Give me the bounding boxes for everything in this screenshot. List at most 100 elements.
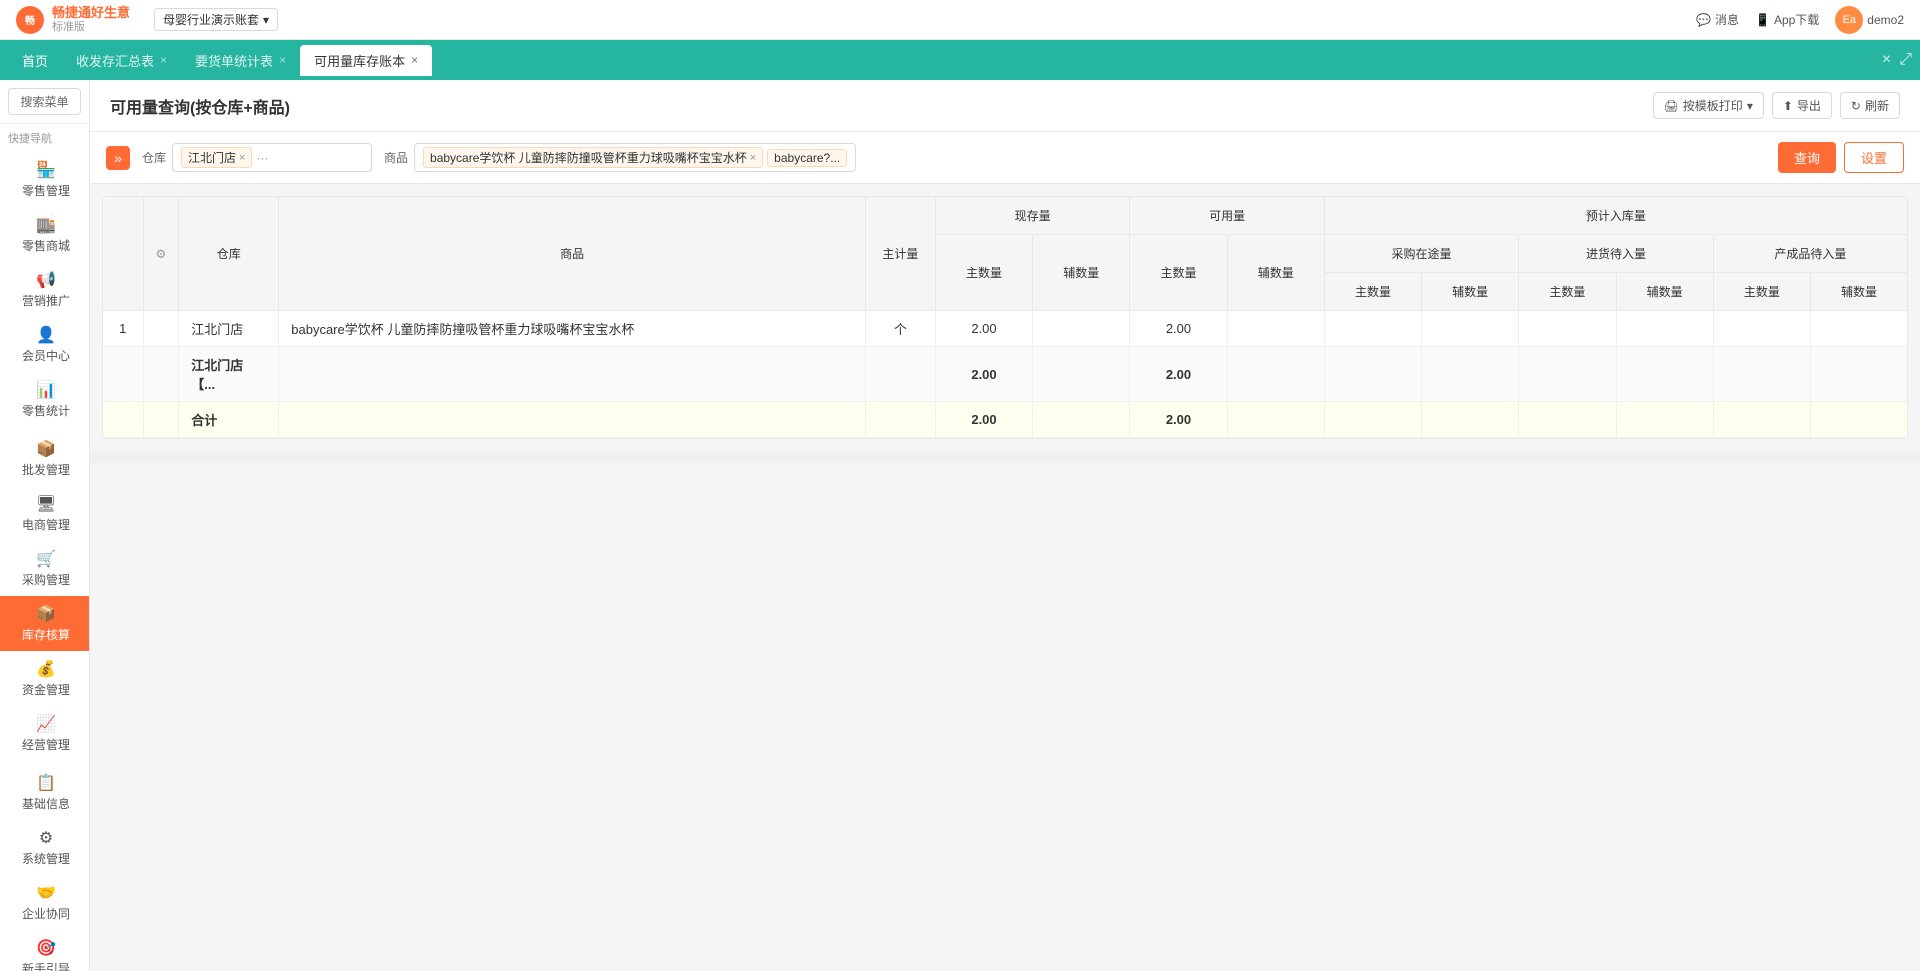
cell-inbound-main bbox=[1519, 311, 1616, 347]
refresh-button[interactable]: ↻ 刷新 bbox=[1840, 92, 1900, 119]
th-row-num bbox=[103, 197, 143, 311]
tab-bar: 首页 收发存汇总表 × 要货单统计表 × 可用量库存账本 × × ⤢ bbox=[0, 40, 1920, 80]
total-avail-main: 2.00 bbox=[1130, 402, 1227, 438]
cell-purchase-main bbox=[1324, 311, 1421, 347]
cell-purchase-aux bbox=[1422, 311, 1519, 347]
product-label: 商品 bbox=[384, 149, 408, 166]
print-template-button[interactable]: 🖨 按模板打印 ▾ bbox=[1653, 92, 1764, 119]
tab-home[interactable]: 首页 bbox=[8, 45, 62, 76]
column-settings-icon[interactable]: ⚙ bbox=[156, 247, 167, 261]
cell-warehouse: 江北门店 bbox=[179, 311, 279, 347]
top-bar-left: 畅 畅捷通好生意 标准版 母婴行业演示账套 ▾ bbox=[16, 5, 278, 34]
ecommerce-mgmt-icon: 🖥 bbox=[36, 494, 56, 514]
brand-name: 畅捷通好生意 bbox=[52, 5, 130, 21]
table-row: 1 江北门店 babycare学饮杯 儿童防摔防撞吸管杯重力球吸嘴杯宝宝水杯 个… bbox=[103, 311, 1907, 347]
sys-mgmt-icon: ⚙ bbox=[39, 828, 53, 848]
tab-close-all-btn[interactable]: × bbox=[1882, 51, 1891, 69]
subtotal-stock-main: 2.00 bbox=[935, 347, 1032, 402]
tab-requisition-stats-close[interactable]: × bbox=[279, 54, 286, 66]
message-action[interactable]: 💬 消息 bbox=[1696, 11, 1739, 28]
product-input[interactable]: babycare学饮杯 儿童防摔防撞吸管杯重力球吸嘴杯宝宝水杯 × babyca… bbox=[414, 143, 856, 172]
export-icon: ⬆ bbox=[1783, 99, 1793, 113]
sidebar-item-marketing[interactable]: 📢 营销推广 bbox=[0, 262, 89, 317]
finance-mgmt-icon: 💰 bbox=[36, 659, 56, 679]
th-stock-main: 主数量 bbox=[935, 235, 1032, 311]
inventory-check-icon: 📦 bbox=[36, 604, 56, 624]
brand-sub: 标准版 bbox=[52, 21, 130, 34]
warehouse-tag-close[interactable]: × bbox=[239, 152, 245, 164]
warehouse-input[interactable]: 江北门店 × ··· bbox=[172, 143, 372, 172]
sidebar-item-ops-mgmt[interactable]: 📈 经营管理 bbox=[0, 706, 89, 761]
tab-available-inventory[interactable]: 可用量库存账本 × bbox=[300, 45, 432, 76]
cell-stock-main: 2.00 bbox=[935, 311, 1032, 347]
tab-requisition-stats[interactable]: 要货单统计表 × bbox=[181, 45, 300, 76]
cell-settings bbox=[143, 311, 179, 347]
query-button[interactable]: 查询 bbox=[1778, 142, 1836, 173]
th-warehouse: 仓库 bbox=[179, 197, 279, 311]
th-stock-aux: 辅数量 bbox=[1033, 235, 1130, 311]
logo-icon: 畅 bbox=[16, 6, 44, 34]
th-purchase-main: 主数量 bbox=[1324, 273, 1421, 311]
sidebar-item-retail-stats[interactable]: 📊 零售统计 bbox=[0, 372, 89, 427]
product-tag-2: babycare?... bbox=[767, 149, 847, 167]
sidebar: 搜索菜单 快捷导航 🏪 零售管理 🏬 零售商城 📢 营销推广 👤 会员中心 📊 … bbox=[0, 80, 90, 971]
total-row: 合计 2.00 2.00 bbox=[103, 402, 1907, 438]
basic-info-icon: 📋 bbox=[36, 773, 56, 793]
page-title: 可用量查询(按仓库+商品) bbox=[110, 94, 290, 118]
th-inbound-main: 主数量 bbox=[1519, 273, 1616, 311]
org-selector[interactable]: 母婴行业演示账套 ▾ bbox=[154, 8, 278, 31]
sidebar-item-finance-mgmt[interactable]: 💰 资金管理 bbox=[0, 651, 89, 706]
new-guide-icon: 🎯 bbox=[36, 938, 56, 958]
sidebar-item-retail-mgmt[interactable]: 🏪 零售管理 bbox=[0, 152, 89, 207]
ops-mgmt-icon: 📈 bbox=[36, 714, 56, 734]
sidebar-item-member-center[interactable]: 👤 会员中心 bbox=[0, 317, 89, 372]
sidebar-item-retail-store[interactable]: 🏬 零售商城 bbox=[0, 207, 89, 262]
retail-store-icon: 🏬 bbox=[36, 215, 56, 235]
sidebar-item-enterprise-collab[interactable]: 🤝 企业协同 bbox=[0, 875, 89, 930]
purchase-mgmt-icon: 🛒 bbox=[36, 549, 56, 569]
top-bar: 畅 畅捷通好生意 标准版 母婴行业演示账套 ▾ 💬 消息 📱 App下载 Ea … bbox=[0, 0, 1920, 40]
filter-bar: » 仓库 江北门店 × ··· 商品 babycare学饮杯 儿童防摔防撞吸管杯… bbox=[90, 132, 1920, 184]
scrollbar[interactable] bbox=[90, 451, 1920, 463]
cell-avail-aux bbox=[1227, 311, 1324, 347]
th-purchase-aux: 辅数量 bbox=[1422, 273, 1519, 311]
search-menu-button[interactable]: 搜索菜单 bbox=[8, 88, 81, 115]
sidebar-item-wholesale-mgmt[interactable]: 📦 批发管理 bbox=[0, 431, 89, 486]
th-current-stock: 现存量 bbox=[935, 197, 1129, 235]
th-inbound-aux: 辅数量 bbox=[1616, 273, 1713, 311]
total-label: 合计 bbox=[179, 402, 279, 438]
sidebar-item-ecommerce-mgmt[interactable]: 🖥 电商管理 bbox=[0, 486, 89, 541]
user-profile[interactable]: Ea demo2 bbox=[1835, 6, 1904, 34]
sidebar-item-new-guide[interactable]: 🎯 新手引导 bbox=[0, 930, 89, 971]
sidebar-item-purchase-mgmt[interactable]: 🛒 采购管理 bbox=[0, 541, 89, 596]
sidebar-search: 搜索菜单 bbox=[0, 80, 89, 124]
th-finished-goods: 产成品待入量 bbox=[1713, 235, 1907, 273]
th-finished-aux: 辅数量 bbox=[1811, 273, 1908, 311]
cell-avail-main: 2.00 bbox=[1130, 311, 1227, 347]
export-button[interactable]: ⬆ 导出 bbox=[1772, 92, 1832, 119]
tab-income-expense[interactable]: 收发存汇总表 × bbox=[62, 45, 181, 76]
main-layout: 搜索菜单 快捷导航 🏪 零售管理 🏬 零售商城 📢 营销推广 👤 会员中心 📊 … bbox=[0, 80, 1920, 971]
cell-main-unit: 个 bbox=[865, 311, 935, 347]
th-main-unit: 主计量 bbox=[865, 197, 935, 311]
app-download-action[interactable]: 📱 App下载 bbox=[1755, 11, 1819, 28]
settings-button[interactable]: 设置 bbox=[1844, 142, 1904, 173]
top-bar-right: 💬 消息 📱 App下载 Ea demo2 bbox=[1696, 6, 1904, 34]
sidebar-item-inventory-check[interactable]: 📦 库存核算 bbox=[0, 596, 89, 651]
cell-stock-aux bbox=[1033, 311, 1130, 347]
cell-finished-main bbox=[1713, 311, 1810, 347]
sidebar-item-sys-mgmt[interactable]: ⚙ 系统管理 bbox=[0, 820, 89, 875]
warehouse-more-dots[interactable]: ··· bbox=[256, 151, 268, 165]
wholesale-mgmt-icon: 📦 bbox=[36, 439, 56, 459]
tab-available-inventory-close[interactable]: × bbox=[411, 54, 418, 66]
cell-finished-aux bbox=[1811, 311, 1908, 347]
th-settings[interactable]: ⚙ bbox=[143, 197, 179, 311]
tab-maximize-btn[interactable]: ⤢ bbox=[1899, 51, 1912, 69]
marketing-icon: 📢 bbox=[36, 270, 56, 290]
th-planned-inbound: 预计入库量 bbox=[1324, 197, 1907, 235]
sidebar-item-basic-info[interactable]: 📋 基础信息 bbox=[0, 765, 89, 820]
cell-inbound-aux bbox=[1616, 311, 1713, 347]
filter-expand-button[interactable]: » bbox=[106, 146, 130, 170]
product-tag-1-close[interactable]: × bbox=[750, 152, 756, 164]
tab-income-expense-close[interactable]: × bbox=[160, 54, 167, 66]
